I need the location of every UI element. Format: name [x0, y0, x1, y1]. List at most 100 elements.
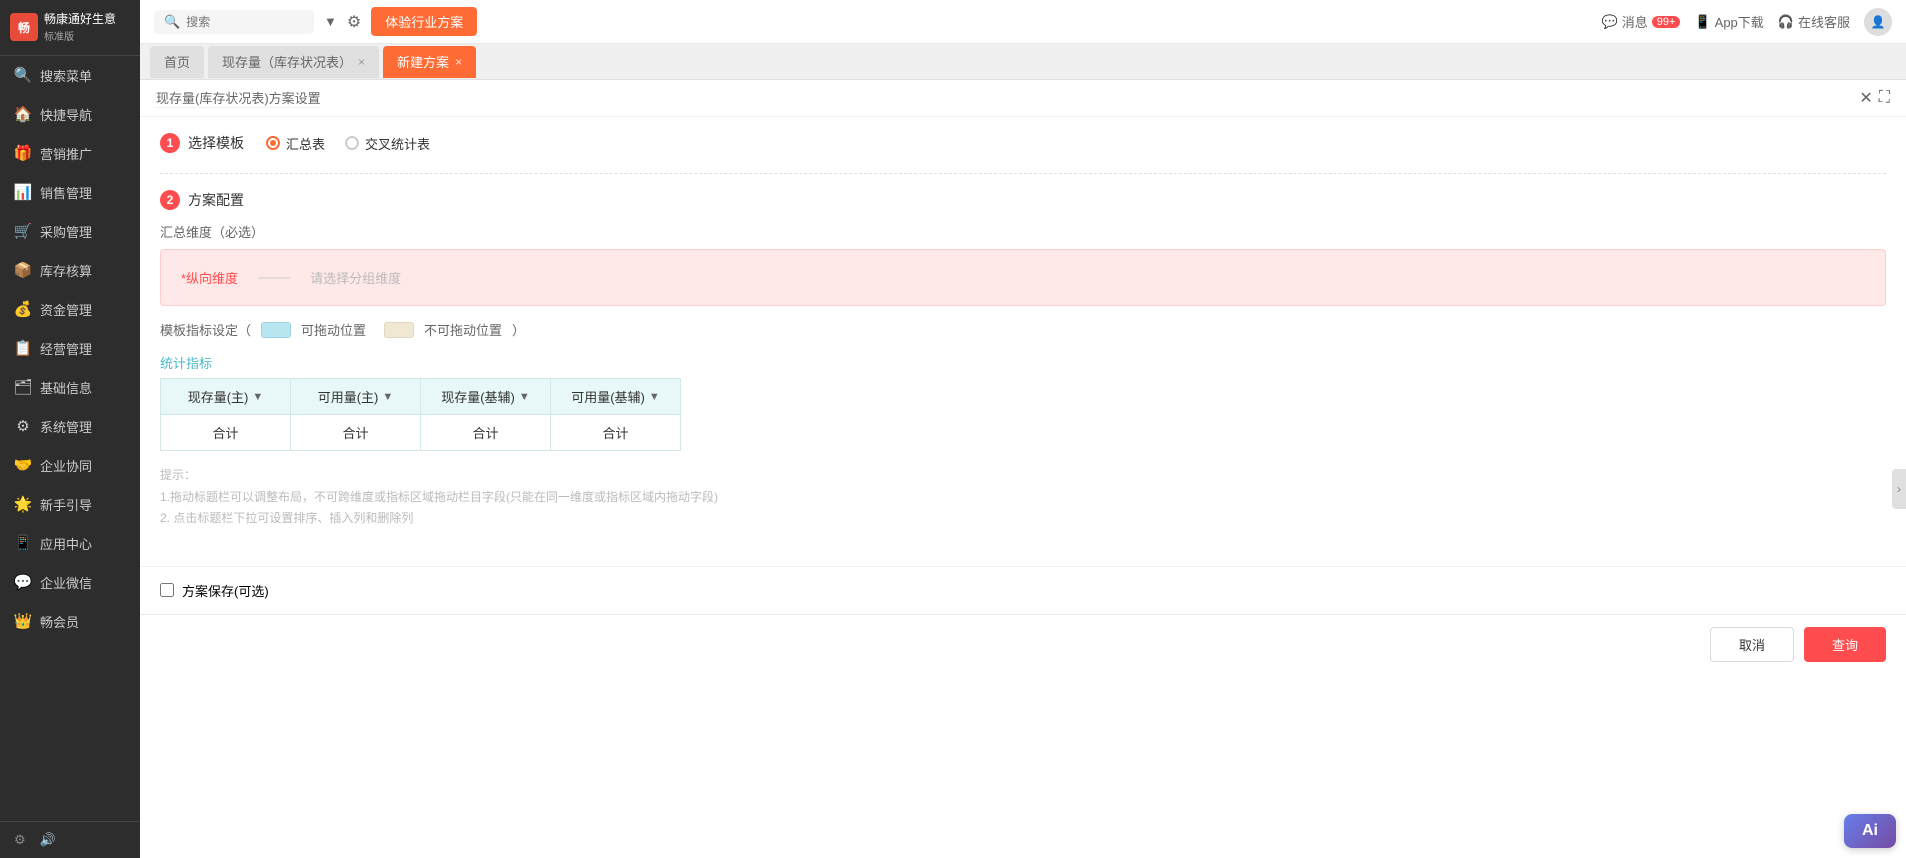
sidebar-item-basic-info[interactable]: 🗂 基础信息 [0, 368, 140, 407]
tip-1: 1.拖动标题栏可以调整布局，不可跨维度或指标区域拖动栏目字段(只能在同一维度或指… [160, 487, 1886, 509]
close-panel-btn[interactable]: ✕ [1859, 88, 1872, 108]
sidebar-item-inventory[interactable]: 📦 库存核算 [0, 251, 140, 290]
topbar-search-box[interactable]: 🔍 [154, 10, 314, 34]
table-row: 合计 合计 合计 合计 [161, 415, 681, 451]
tab-inventory-status[interactable]: 现存量（库存状况表） × [208, 46, 379, 78]
sidebar-item-finance[interactable]: 💰 资金管理 [0, 290, 140, 329]
search-input[interactable] [186, 15, 286, 29]
tab-home[interactable]: 首页 [150, 46, 204, 78]
sound-icon[interactable]: 🔊 [40, 832, 56, 848]
dimension-area[interactable]: *纵向维度 —— 请选择分组维度 [160, 249, 1886, 306]
mobile-icon: 📱 [14, 534, 32, 552]
ai-button[interactable]: Ai [1844, 814, 1896, 848]
table-header-3[interactable]: 可用量(基辅) ▼ [551, 379, 681, 415]
logo-text: 畅康通好生意 标准版 [44, 12, 116, 43]
sidebar-item-quick-nav[interactable]: 🏠 快捷导航 [0, 95, 140, 134]
dimension-section-label: 汇总维度（必选） [160, 222, 1886, 241]
sidebar-item-sales[interactable]: 📊 销售管理 [0, 173, 140, 212]
search-icon-topbar: 🔍 [164, 14, 180, 30]
table-cell-0-0: 合计 [161, 415, 291, 451]
sidebar-item-wechat[interactable]: 💬 企业微信 [0, 563, 140, 602]
non-draggable-indicator-box [384, 322, 414, 338]
app-download[interactable]: 📱 App下载 [1694, 12, 1763, 31]
stats-area: 统计指标 现存量(主) ▼ [160, 353, 1886, 451]
experience-btn[interactable]: 体验行业方案 [371, 7, 477, 36]
expand-panel-btn[interactable]: ⛶ [1879, 89, 1890, 107]
settings-footer-icon[interactable]: ⚙ [14, 832, 26, 848]
sidebar-search[interactable]: 🔍 搜索菜单 [0, 56, 140, 95]
folder-icon: 🗂 [14, 378, 32, 396]
step1-section: 1 选择模板 汇总表 交叉统计表 [160, 133, 1886, 153]
step2-header: 2 方案配置 [160, 190, 1886, 210]
tip-label: 提示： [160, 465, 1886, 487]
download-icon: 📱 [1694, 14, 1710, 30]
step1-title: 选择模板 [188, 133, 244, 153]
step1-header: 1 选择模板 汇总表 交叉统计表 [160, 133, 1886, 153]
table-cell-0-1: 合计 [291, 415, 421, 451]
draggable-indicator-box [261, 322, 291, 338]
step2-title: 方案配置 [188, 190, 244, 210]
step2-section: 2 方案配置 汇总维度（必选） *纵向维度 —— 请选择分组维度 模板指标设定（… [160, 190, 1886, 530]
star-icon: 🌟 [14, 495, 32, 513]
logo-icon: 畅 [10, 13, 38, 41]
radio-summary[interactable]: 汇总表 [266, 134, 325, 153]
cancel-button[interactable]: 取消 [1710, 627, 1794, 662]
dropdown-icon: ▼ [324, 14, 337, 29]
step1-number: 1 [160, 133, 180, 153]
table-header-2[interactable]: 现存量(基辅) ▼ [421, 379, 551, 415]
panel-toggle[interactable]: › [1892, 469, 1906, 509]
tab-new-plan[interactable]: 新建方案 × [383, 46, 476, 78]
dim-placeholder: 请选择分组维度 [310, 268, 401, 287]
online-service[interactable]: 🎧 在线客服 [1778, 12, 1850, 31]
dim-separator: —— [258, 269, 290, 287]
sidebar-item-purchase[interactable]: 🛒 采购管理 [0, 212, 140, 251]
topbar: 🔍 ▼ ⚙ 体验行业方案 💬 消息 99+ 📱 App下载 🎧 在线客服 👤 [140, 0, 1906, 44]
home-icon: 🏠 [14, 105, 32, 123]
topbar-right: 💬 消息 99+ 📱 App下载 🎧 在线客服 👤 [1602, 8, 1892, 36]
table-cell-0-2: 合计 [421, 415, 551, 451]
sidebar-item-enterprise[interactable]: 🤝 企业协同 [0, 446, 140, 485]
message-icon: 💬 [1602, 14, 1618, 30]
topbar-settings[interactable]: ⚙ [347, 12, 361, 32]
tip-2: 2. 点击标题栏下拉可设置排序、插入列和删除列 [160, 508, 1886, 530]
app-logo: 畅 畅康通好生意 标准版 [0, 0, 140, 56]
sidebar-item-marketing[interactable]: 🎁 营销推广 [0, 134, 140, 173]
sidebar-item-system[interactable]: ⚙ 系统管理 [0, 407, 140, 446]
sidebar-item-new-guide[interactable]: 🌟 新手引导 [0, 485, 140, 524]
search-icon: 🔍 [14, 66, 32, 84]
cart-icon: 🛒 [14, 222, 32, 240]
tab-bar: 首页 现存量（库存状况表） × 新建方案 × [140, 44, 1906, 80]
table-header-1[interactable]: 可用量(主) ▼ [291, 379, 421, 415]
handshake-icon: 🤝 [14, 456, 32, 474]
sidebar-footer: ⚙ 🔊 [0, 821, 140, 858]
chart-icon: 📊 [14, 183, 32, 201]
headset-icon: 🎧 [1778, 14, 1794, 30]
table-header-row: 现存量(主) ▼ 可用量(主) ▼ [161, 379, 681, 415]
chevron-down-icon-0: ▼ [252, 391, 263, 403]
stats-table: 现存量(主) ▼ 可用量(主) ▼ [160, 378, 681, 451]
query-button[interactable]: 查询 [1804, 627, 1886, 662]
tips-area: 提示： 1.拖动标题栏可以调整布局，不可跨维度或指标区域拖动栏目字段(只能在同一… [160, 465, 1886, 530]
box-icon: 📦 [14, 261, 32, 279]
sidebar-item-app-center[interactable]: 📱 应用中心 [0, 524, 140, 563]
topbar-dropdown[interactable]: ▼ [324, 14, 337, 29]
stats-label: 统计指标 [160, 353, 1886, 372]
main-area: 🔍 ▼ ⚙ 体验行业方案 💬 消息 99+ 📱 App下载 🎧 在线客服 👤 [140, 0, 1906, 858]
tab-close-new-plan[interactable]: × [455, 55, 462, 69]
gear-icon: ⚙ [14, 417, 32, 435]
window-controls: ✕ ⛶ [1859, 88, 1890, 108]
sidebar-item-operations[interactable]: 📋 经营管理 [0, 329, 140, 368]
template-indicator: 模板指标设定（ 可拖动位置 不可拖动位置 ） [160, 320, 1886, 339]
chat-icon: 💬 [14, 573, 32, 591]
messages-badge[interactable]: 💬 消息 99+ [1602, 12, 1681, 31]
settings-content: 1 选择模板 汇总表 交叉统计表 [140, 117, 1906, 566]
clipboard-icon: 📋 [14, 339, 32, 357]
radio-cross[interactable]: 交叉统计表 [345, 134, 430, 153]
user-avatar[interactable]: 👤 [1864, 8, 1892, 36]
tab-close-inventory[interactable]: × [358, 55, 365, 69]
save-checkbox[interactable] [160, 583, 174, 597]
sidebar-item-vip[interactable]: 👑 畅会员 [0, 602, 140, 641]
table-header-0[interactable]: 现存量(主) ▼ [161, 379, 291, 415]
content-area: 现存量(库存状况表)方案设置 ✕ ⛶ 1 选择模板 汇总表 [140, 80, 1906, 858]
template-radio-group: 汇总表 交叉统计表 [262, 134, 434, 153]
